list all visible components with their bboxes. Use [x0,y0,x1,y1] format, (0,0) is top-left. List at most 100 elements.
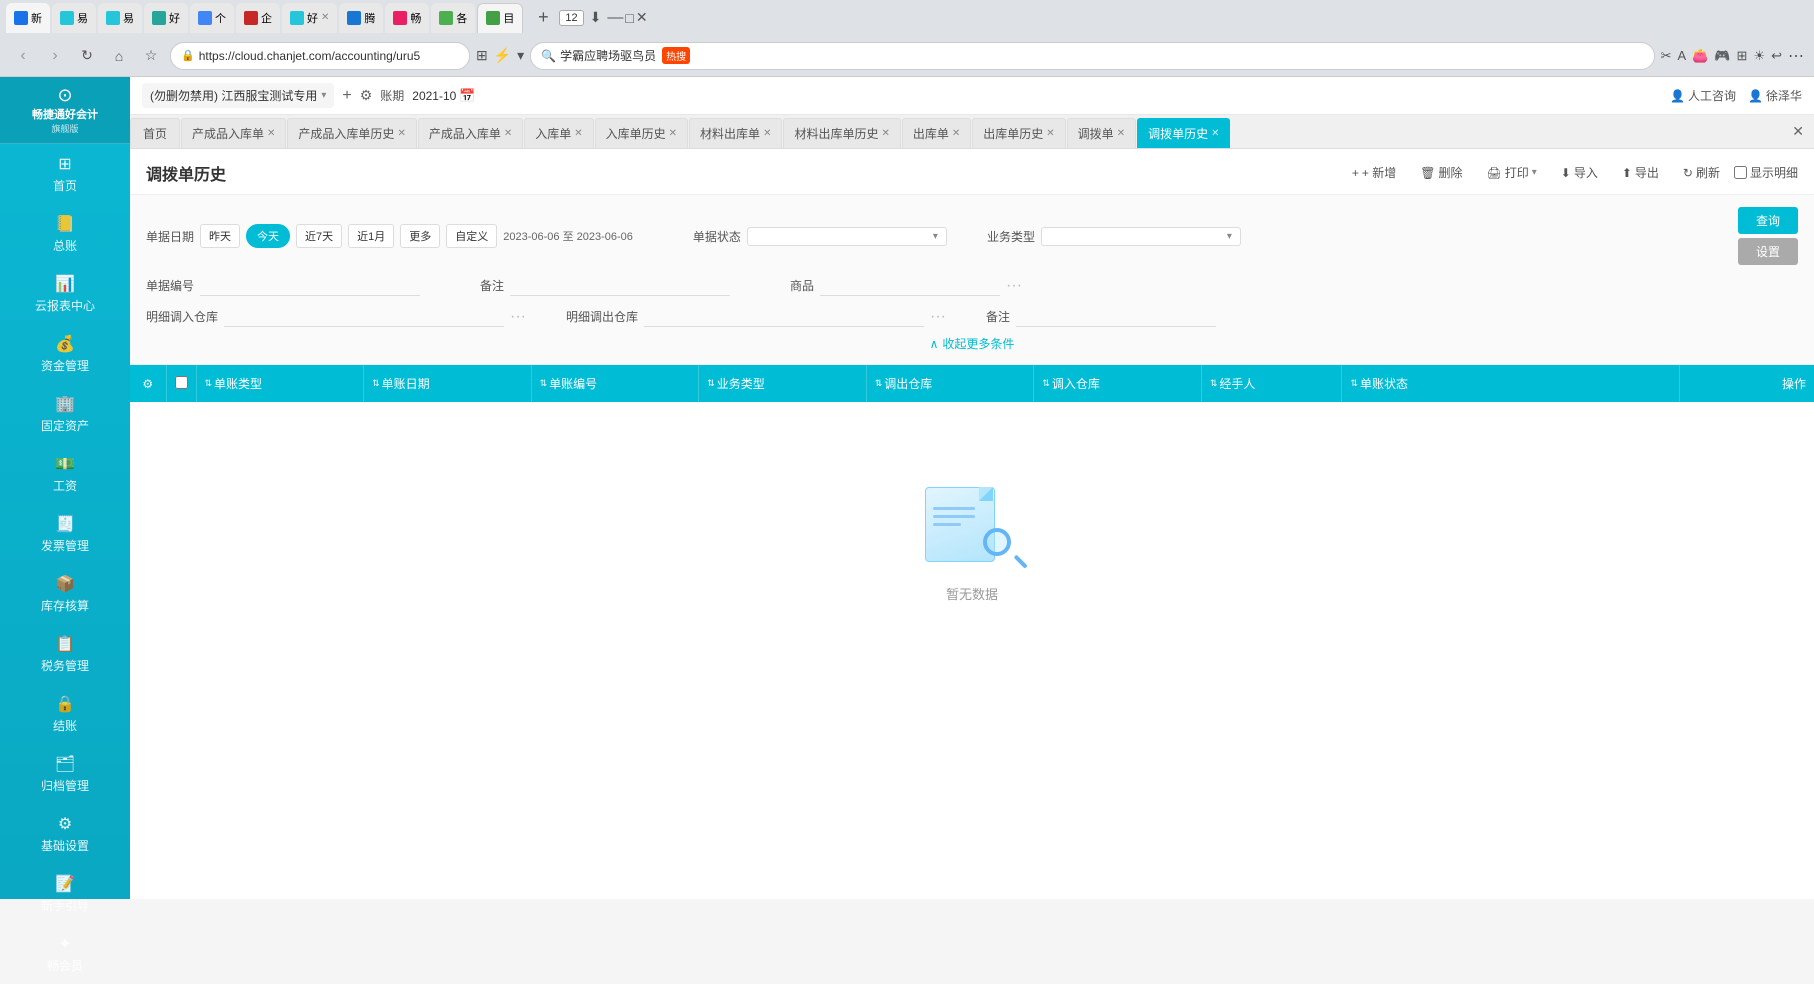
tab-inbound-history[interactable]: 入库单历史 ✕ [595,118,688,148]
detail-out-picker-icon[interactable]: ··· [930,308,946,326]
tab-stock-in[interactable]: 产成品入库单 ✕ [181,118,286,148]
sidebar-item-stock[interactable]: 📦 库存核算 [0,564,130,624]
detail-in-picker-icon[interactable]: ··· [510,308,526,326]
doc-number-input[interactable] [200,275,420,296]
tab-material-out[interactable]: 材料出库单 ✕ [689,118,782,148]
browser-tab[interactable]: 各 [431,3,475,33]
tab-outbound[interactable]: 出库单 ✕ [902,118,971,148]
add-company-button[interactable]: + [342,87,351,105]
sidebar-item-close-accounts[interactable]: 🔒 结账 [0,684,130,744]
menu-button[interactable]: ⋯ [1788,46,1804,66]
settings-gear-button[interactable]: ⚙ [360,87,373,104]
sidebar-item-guide[interactable]: 📝 新手引导 [0,864,130,924]
note-input[interactable] [510,275,730,296]
tab-close-icon[interactable]: ✕ [1117,128,1125,139]
tab-inbound[interactable]: 入库单 ✕ [524,118,593,148]
display-detail-checkbox[interactable] [1734,166,1747,179]
browser-tab[interactable]: 个 [190,3,234,33]
forward-button[interactable]: › [42,43,68,69]
sidebar-item-tax[interactable]: 📋 税务管理 [0,624,130,684]
goods-input[interactable] [820,275,1000,296]
user-avatar[interactable]: 👤 徐泽华 [1748,87,1802,104]
tab-close-icon[interactable]: ✕ [1046,128,1054,139]
lightning-button[interactable]: ⚡ [494,47,511,64]
sidebar-item-member[interactable]: ✦ 畅会员 [0,924,130,984]
tab-transfer[interactable]: 调拨单 ✕ [1067,118,1136,148]
wallet-icon[interactable]: 👛 [1692,48,1708,64]
tab-close-icon[interactable]: ✕ [267,128,275,139]
note2-input[interactable] [1016,306,1216,327]
tab-home[interactable]: 首页 [130,118,180,148]
col-transfer-in[interactable]: ⇅ 调入仓库 [1034,365,1202,402]
import-button[interactable]: ⬇ 导入 [1551,159,1608,186]
query-button[interactable]: 查询 [1738,207,1798,234]
date-custom-btn[interactable]: 自定义 [446,224,497,248]
detail-in-input[interactable] [224,306,504,327]
collapse-filters-button[interactable]: ∧ 收起更多条件 [146,335,1798,352]
tab-transfer-history[interactable]: 调拨单历史 ✕ [1137,118,1230,148]
maximize-button[interactable]: □ [625,10,633,26]
date-yesterday-btn[interactable]: 昨天 [200,224,240,248]
browser-tab[interactable]: 企 [236,3,280,33]
browser-tab[interactable]: 好 ✕ [282,3,337,33]
sidebar-item-invoice[interactable]: 🧾 发票管理 [0,504,130,564]
back-button[interactable]: ‹ [10,43,36,69]
browser-tab[interactable]: 目 [477,3,523,33]
game-icon[interactable]: 🎮 [1714,48,1730,64]
browser-tab[interactable]: 好 [144,3,188,33]
scissors-icon[interactable]: ✂ [1661,48,1672,64]
col-handler[interactable]: ⇅ 经手人 [1201,365,1342,402]
delete-button[interactable]: 🗑 删除 [1410,159,1472,186]
select-all-checkbox[interactable] [175,376,188,389]
tab-stock-in-history[interactable]: 产成品入库单历史 ✕ [287,118,416,148]
expand-button[interactable]: ▾ [517,47,524,64]
tab-close-icon[interactable]: ✕ [504,128,512,139]
col-gear[interactable]: ⚙ [130,365,166,402]
browser-tab[interactable]: 易 [52,3,96,33]
company-selector[interactable]: (勿删勿禁用) 江西服宝测试专用 ▾ [142,83,334,108]
new-tab-button[interactable]: + [529,4,557,32]
date-1month-btn[interactable]: 近1月 [348,224,394,248]
new-button[interactable]: + + 新增 [1342,159,1406,186]
sidebar-item-home[interactable]: ⊞ 首页 [0,144,130,204]
sidebar-item-report[interactable]: 📊 云报表中心 [0,264,130,324]
home-button[interactable]: ⌂ [106,43,132,69]
status-select[interactable]: ▾ [747,227,947,246]
tab-outbound-history[interactable]: 出库单历史 ✕ [972,118,1065,148]
browser-tab[interactable]: 新 [6,3,50,33]
tab-close-icon[interactable]: ✕ [321,12,329,23]
tab-close-icon[interactable]: ✕ [669,128,677,139]
minimize-button[interactable]: — [607,9,623,27]
date-today-btn[interactable]: 今天 [246,224,290,248]
sidebar-item-settings[interactable]: ⚙ 基础设置 [0,804,130,864]
download-icon[interactable]: ⬇ [590,9,602,26]
reload-button[interactable]: ↻ [74,43,100,69]
goods-picker-icon[interactable]: ··· [1006,277,1022,295]
browser-tab[interactable]: 易 [98,3,142,33]
sidebar-item-capital[interactable]: 💰 资金管理 [0,324,130,384]
detail-out-input[interactable] [644,306,924,327]
col-doc-type[interactable]: ⇅ 单账类型 [196,365,364,402]
search-input[interactable]: 🔍 学霸应聘场驱鸟员 热搜 [530,42,1654,70]
browser-tab[interactable]: 畅 [385,3,429,33]
grid-icon[interactable]: ⊞ [1737,48,1748,64]
settings-button[interactable]: 设置 [1738,238,1798,265]
bookmark-button[interactable]: ☆ [138,43,164,69]
sidebar-item-payroll[interactable]: 💵 工资 [0,444,130,504]
col-doc-number[interactable]: ⇅ 单账编号 [531,365,699,402]
export-button[interactable]: ⬆ 导出 [1612,159,1669,186]
tab-bar-close-all[interactable]: ✕ [1782,123,1814,140]
display-detail-checkbox-label[interactable]: 显示明细 [1734,164,1798,181]
browser-tab[interactable]: 腾 [339,3,383,33]
sidebar-item-assets[interactable]: 🏢 固定资产 [0,384,130,444]
tab-close-icon[interactable]: ✕ [881,128,889,139]
refresh-button[interactable]: ↻ 刷新 [1673,159,1730,186]
period-value[interactable]: 2021-10 📅 [412,88,475,104]
tab-stock-in2[interactable]: 产成品入库单 ✕ [418,118,523,148]
service-button[interactable]: 👤 人工咨询 [1670,87,1736,104]
tab-close-icon[interactable]: ✕ [763,128,771,139]
col-doc-status[interactable]: ⇅ 单账状态 [1342,365,1679,402]
business-type-select[interactable]: ▾ [1041,227,1241,246]
col-transfer-out[interactable]: ⇅ 调出仓库 [866,365,1034,402]
print-button[interactable]: 🖨 打印 ▾ [1476,159,1546,186]
